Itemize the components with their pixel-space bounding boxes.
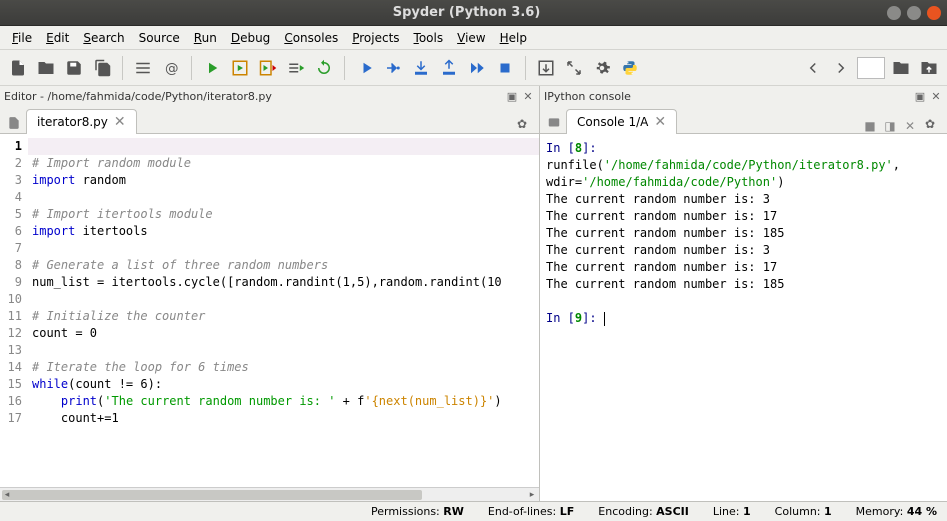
at-icon[interactable]: @	[159, 56, 183, 80]
console-remove-icon[interactable]: ✕	[903, 119, 917, 133]
pane-close-icon[interactable]: ✕	[929, 89, 943, 103]
parent-dir-icon[interactable]	[917, 56, 941, 80]
menu-edit[interactable]: Edit	[40, 29, 75, 47]
tab-close-icon[interactable]: ✕	[114, 114, 126, 130]
ipython-console[interactable]: In [8]: runfile('/home/fahmida/code/Pyth…	[540, 134, 947, 501]
import-icon[interactable]	[534, 56, 558, 80]
maximize-button[interactable]	[907, 6, 921, 20]
console-pane-title: IPython console	[544, 90, 913, 103]
debug-continue-icon[interactable]	[465, 56, 489, 80]
debug-step-icon[interactable]	[381, 56, 405, 80]
console-switcher-icon[interactable]	[544, 113, 564, 133]
editor-pane: Editor - /home/fahmida/code/Python/itera…	[0, 86, 540, 501]
console-pane: IPython console ▣ ✕ Console 1/A ✕ ■ ◨ ✕ …	[540, 86, 947, 501]
preferences-icon[interactable]	[590, 56, 614, 80]
list-icon[interactable]	[131, 56, 155, 80]
run-cell-advance-icon[interactable]	[256, 56, 280, 80]
menu-projects[interactable]: Projects	[346, 29, 405, 47]
menu-view[interactable]: View	[451, 29, 491, 47]
close-button[interactable]	[927, 6, 941, 20]
save-icon[interactable]	[62, 56, 86, 80]
pane-undock-icon[interactable]: ▣	[913, 89, 927, 103]
open-file-icon[interactable]	[34, 56, 58, 80]
editor-tab[interactable]: iterator8.py ✕	[26, 109, 137, 134]
save-all-icon[interactable]	[90, 56, 114, 80]
toolbar: @	[0, 50, 947, 86]
pane-undock-icon[interactable]: ▣	[505, 89, 519, 103]
browse-dir-icon[interactable]	[889, 56, 913, 80]
console-clear-icon[interactable]: ◨	[883, 119, 897, 133]
debug-play-icon[interactable]	[353, 56, 377, 80]
run-icon[interactable]	[200, 56, 224, 80]
debug-stop-icon[interactable]	[493, 56, 517, 80]
statusbar: Permissions: RW End-of-lines: LF Encodin…	[0, 501, 947, 521]
run-selection-icon[interactable]	[284, 56, 308, 80]
editor-pane-title: Editor - /home/fahmida/code/Python/itera…	[4, 90, 505, 103]
minimize-button[interactable]	[887, 6, 901, 20]
titlebar: Spyder (Python 3.6)	[0, 0, 947, 26]
menu-debug[interactable]: Debug	[225, 29, 276, 47]
forward-icon[interactable]	[829, 56, 853, 80]
editor-options-icon[interactable]: ✿	[513, 115, 531, 133]
console-options-icon[interactable]: ✿	[921, 115, 939, 133]
code-editor[interactable]: 1234567891011121314151617 # Import rando…	[0, 134, 539, 487]
working-dir-combo[interactable]	[857, 57, 885, 79]
window-title: Spyder (Python 3.6)	[46, 5, 887, 20]
console-tab-label: Console 1/A	[577, 115, 648, 129]
console-tab[interactable]: Console 1/A ✕	[566, 109, 677, 134]
python-icon[interactable]	[618, 56, 642, 80]
menubar: FileEditSearchSourceRunDebugConsolesProj…	[0, 26, 947, 50]
debug-step-in-icon[interactable]	[409, 56, 433, 80]
menu-file[interactable]: File	[6, 29, 38, 47]
menu-help[interactable]: Help	[494, 29, 533, 47]
console-stop-icon[interactable]: ■	[863, 119, 877, 133]
horizontal-scrollbar[interactable]: ◂ ▸	[0, 487, 539, 501]
tab-close-icon[interactable]: ✕	[654, 114, 666, 130]
new-file-icon[interactable]	[6, 56, 30, 80]
back-icon[interactable]	[801, 56, 825, 80]
maximize-pane-icon[interactable]	[562, 56, 586, 80]
menu-tools[interactable]: Tools	[408, 29, 450, 47]
menu-search[interactable]: Search	[77, 29, 130, 47]
editor-tab-label: iterator8.py	[37, 115, 108, 129]
window-controls	[887, 6, 941, 20]
file-switcher-icon[interactable]	[4, 113, 24, 133]
rerun-icon[interactable]	[312, 56, 336, 80]
svg-text:@: @	[165, 60, 179, 76]
debug-step-out-icon[interactable]	[437, 56, 461, 80]
pane-close-icon[interactable]: ✕	[521, 89, 535, 103]
run-cell-icon[interactable]	[228, 56, 252, 80]
menu-run[interactable]: Run	[188, 29, 223, 47]
menu-consoles[interactable]: Consoles	[278, 29, 344, 47]
menu-source[interactable]: Source	[133, 29, 186, 47]
